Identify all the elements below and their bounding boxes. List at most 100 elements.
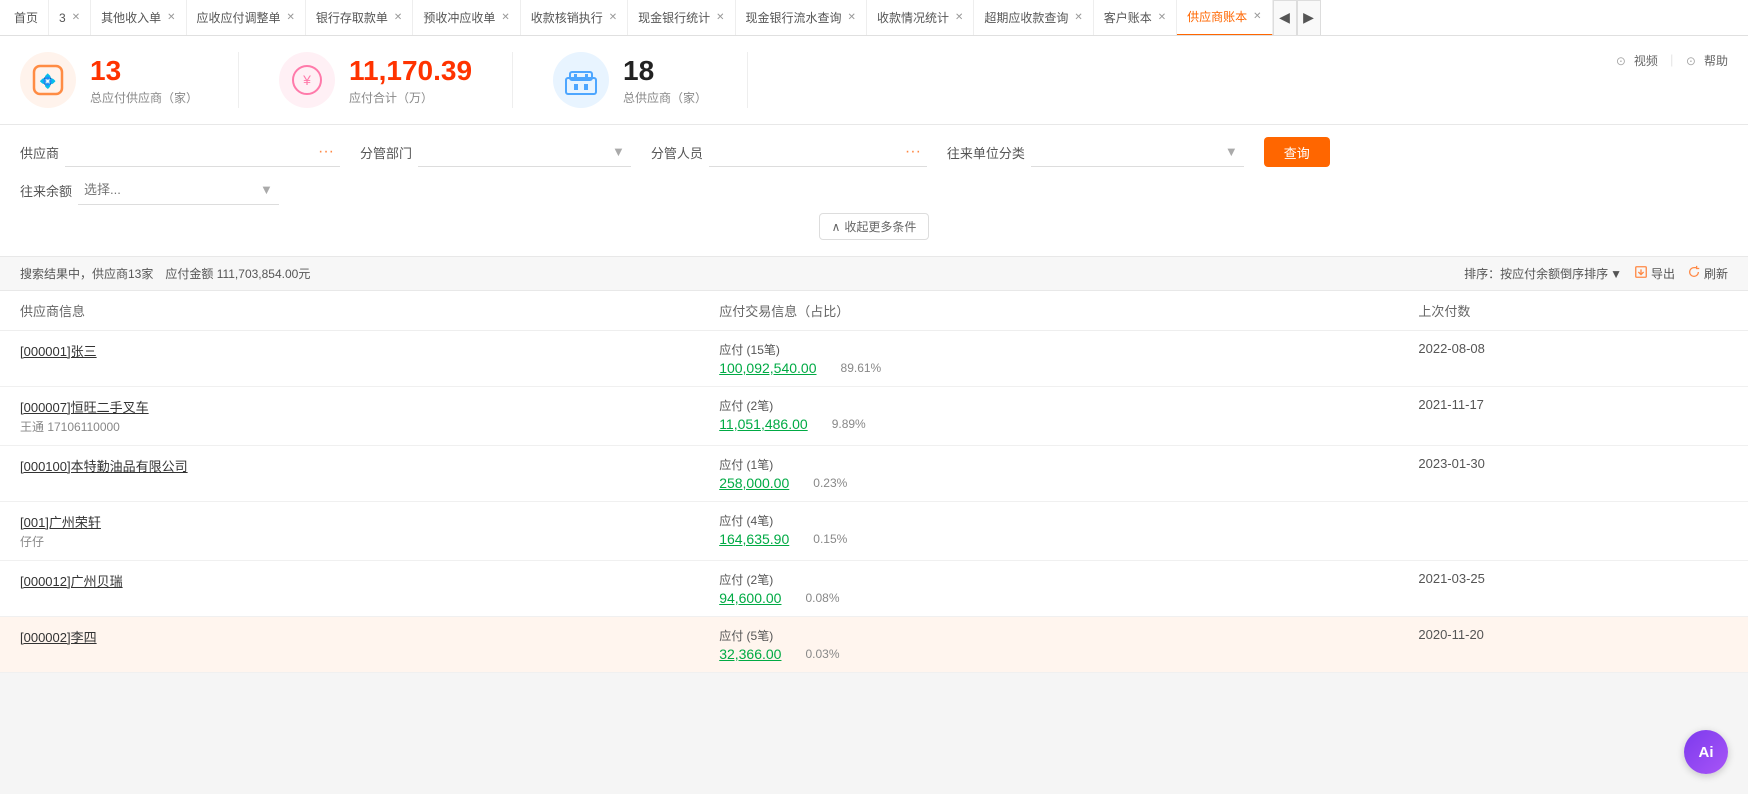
toolbar-left: 搜索结果中，供应商13家 应付金额 111,703,854.00元 — [20, 265, 310, 282]
supplier-link[interactable]: [001]广州荣轩 — [20, 515, 101, 530]
nav-left-arrow[interactable]: ◀ — [1273, 0, 1297, 36]
close-icon[interactable]: ✕ — [167, 12, 175, 23]
nav-tab-customer[interactable]: 客户账本 ✕ — [1094, 0, 1177, 36]
last-payment-date: 2023-01-30 — [1418, 456, 1485, 471]
nav-tab-adjust[interactable]: 应收应付调整单 ✕ — [187, 0, 306, 36]
ap-label: 应付 (1笔) — [719, 456, 1378, 473]
refresh-icon — [1687, 265, 1701, 282]
close-icon[interactable]: ✕ — [848, 12, 856, 23]
dept-label: 分管部门 — [360, 143, 412, 162]
stat-label-all: 总供应商（家） — [623, 89, 707, 106]
close-icon[interactable]: ✕ — [1074, 12, 1082, 23]
amount-link[interactable]: 258,000.00 — [719, 475, 789, 491]
amount-link[interactable]: 32,366.00 — [719, 646, 781, 662]
stat-item-all-suppliers: 18 总供应商（家） — [553, 52, 748, 108]
video-link[interactable]: 视频 — [1634, 52, 1658, 69]
nav-tab-supplier[interactable]: 供应商账本 ✕ — [1177, 0, 1272, 36]
sort-label: 排序：按应付余额倒序排序 — [1464, 265, 1608, 282]
close-icon[interactable]: ✕ — [1253, 11, 1261, 22]
sort-button[interactable]: 排序：按应付余额倒序排序 ▼ — [1464, 265, 1622, 282]
transaction-cell: 应付 (2笔)94,600.000.08% — [699, 561, 1398, 617]
top-nav: 首页 3 ✕ 其他收入单 ✕ 应收应付调整单 ✕ 银行存取款单 ✕ 预收冲应收单… — [0, 0, 1748, 36]
close-icon[interactable]: ✕ — [72, 12, 80, 23]
refresh-button[interactable]: 刷新 — [1687, 265, 1728, 282]
collapse-button[interactable]: ∧ 收起更多条件 — [819, 213, 930, 240]
col-transaction: 应付交易信息（占比） — [699, 291, 1398, 331]
chevron-down-icon4: ▼ — [1610, 267, 1622, 281]
percent-value: 0.23% — [813, 476, 847, 490]
close-icon[interactable]: ✕ — [287, 12, 295, 23]
nav-tab-prepay[interactable]: 预收冲应收单 ✕ — [413, 0, 520, 36]
stat-icon-payable: 💠 — [20, 52, 76, 108]
person-input[interactable] — [715, 137, 903, 167]
close-icon[interactable]: ✕ — [501, 12, 509, 23]
close-icon[interactable]: ✕ — [716, 12, 724, 23]
nav-tab-bank[interactable]: 银行存取款单 ✕ — [306, 0, 413, 36]
chevron-down-icon3[interactable]: ▼ — [260, 182, 273, 197]
stat-label-total: 应付合计（万） — [349, 89, 472, 106]
top-right-links: ⊙ 视频 ｜ ⊙ 帮助 — [1616, 52, 1728, 69]
col-supplier: 供应商信息 — [0, 291, 699, 331]
supplier-link[interactable]: [000002]李四 — [20, 630, 97, 645]
supplier-cell: [001]广州荣轩仔仔 — [0, 502, 699, 561]
table-body: [000001]张三应付 (15笔)100,092,540.0089.61%20… — [0, 331, 1748, 673]
supplier-link[interactable]: [000100]本特勤油品有限公司 — [20, 459, 188, 474]
nav-tab-cash-query[interactable]: 现金银行流水查询 ✕ — [736, 0, 867, 36]
nav-tab-verify[interactable]: 收款核销执行 ✕ — [521, 0, 628, 36]
search-button[interactable]: 查询 — [1264, 137, 1330, 167]
close-icon[interactable]: ✕ — [955, 12, 963, 23]
transaction-cell: 应付 (1笔) 258,000.00 0.23% — [699, 446, 1398, 502]
nav-tab-other-income[interactable]: 其他收入单 ✕ — [91, 0, 186, 36]
stat-text-total: 11,170.39 应付合计（万） — [349, 54, 472, 107]
last-payment-cell: 2021-03-25 — [1398, 561, 1748, 617]
circle-icon2: ⊙ — [1686, 54, 1696, 68]
nav-tab-overdue[interactable]: 超期应收款查询 ✕ — [974, 0, 1093, 36]
result-text: 搜索结果中，供应商13家 — [20, 265, 153, 282]
person-label: 分管人员 — [651, 143, 703, 162]
close-icon[interactable]: ✕ — [1158, 12, 1166, 23]
table-area: 供应商信息 应付交易信息（占比） 上次付数 [000001]张三 应付 (15笔)… — [0, 291, 1748, 673]
nav-tab-3[interactable]: 3 ✕ — [49, 0, 91, 36]
ap-label: 应付 (15笔) — [719, 341, 1378, 358]
chevron-down-icon2[interactable]: ▼ — [1225, 144, 1238, 159]
supplier-link[interactable]: [000007]恒旺二手叉车 — [20, 400, 149, 415]
dept-input[interactable] — [424, 137, 612, 167]
chevron-down-icon[interactable]: ▼ — [612, 144, 625, 159]
category-input[interactable] — [1037, 137, 1225, 167]
nav-right-arrow[interactable]: ▶ — [1297, 0, 1321, 36]
filter-item-person: 分管人员 ··· — [651, 137, 927, 167]
stat-label-payable: 总应付供应商（家） — [90, 89, 198, 106]
filter-row-2: 往来余额 ▼ — [20, 175, 1728, 205]
amount-link[interactable]: 100,092,540.00 — [719, 360, 816, 376]
stat-number-all: 18 — [623, 54, 707, 88]
amount-link[interactable]: 164,635.90 — [719, 531, 789, 547]
ai-badge[interactable]: Ai — [1684, 730, 1728, 774]
nav-tab-home[interactable]: 首页 — [4, 0, 49, 36]
close-icon[interactable]: ✕ — [394, 12, 402, 23]
stat-item-total-payable: ¥ 11,170.39 应付合计（万） — [279, 52, 513, 108]
stat-icon-total: ¥ — [279, 52, 335, 108]
balance-label: 往来余额 — [20, 181, 72, 200]
header-row: 供应商信息 应付交易信息（占比） 上次付数 — [0, 291, 1748, 331]
supplier-cell: [000007]恒旺二手叉车王通 17106110000 — [0, 387, 699, 446]
export-button[interactable]: 导出 — [1634, 265, 1675, 282]
amount-link[interactable]: 94,600.00 — [719, 590, 781, 606]
close-icon[interactable]: ✕ — [609, 12, 617, 23]
svg-text:¥: ¥ — [302, 72, 311, 88]
ap-label: 应付 (5笔) — [719, 627, 1378, 644]
amount-link[interactable]: 11,051,486.00 — [719, 416, 808, 432]
balance-select[interactable] — [84, 182, 260, 197]
supplier-input[interactable] — [71, 137, 316, 167]
nav-tab-receipt-stat[interactable]: 收款情况统计 ✕ — [867, 0, 974, 36]
collapse-label: 收起更多条件 — [844, 218, 916, 235]
supplier-dots-icon[interactable]: ··· — [318, 143, 334, 161]
supplier-link[interactable]: [000001]张三 — [20, 344, 97, 359]
last-payment-date: 2022-08-08 — [1418, 341, 1485, 356]
divider: ｜ — [1666, 52, 1678, 69]
supplier-link[interactable]: [000012]广州贝瑞 — [20, 574, 123, 589]
percent-value: 0.15% — [813, 532, 847, 546]
stat-text-all: 18 总供应商（家） — [623, 54, 707, 107]
help-link[interactable]: 帮助 — [1704, 52, 1728, 69]
nav-tab-cash-stat[interactable]: 现金银行统计 ✕ — [628, 0, 735, 36]
person-dots-icon[interactable]: ··· — [905, 143, 921, 161]
